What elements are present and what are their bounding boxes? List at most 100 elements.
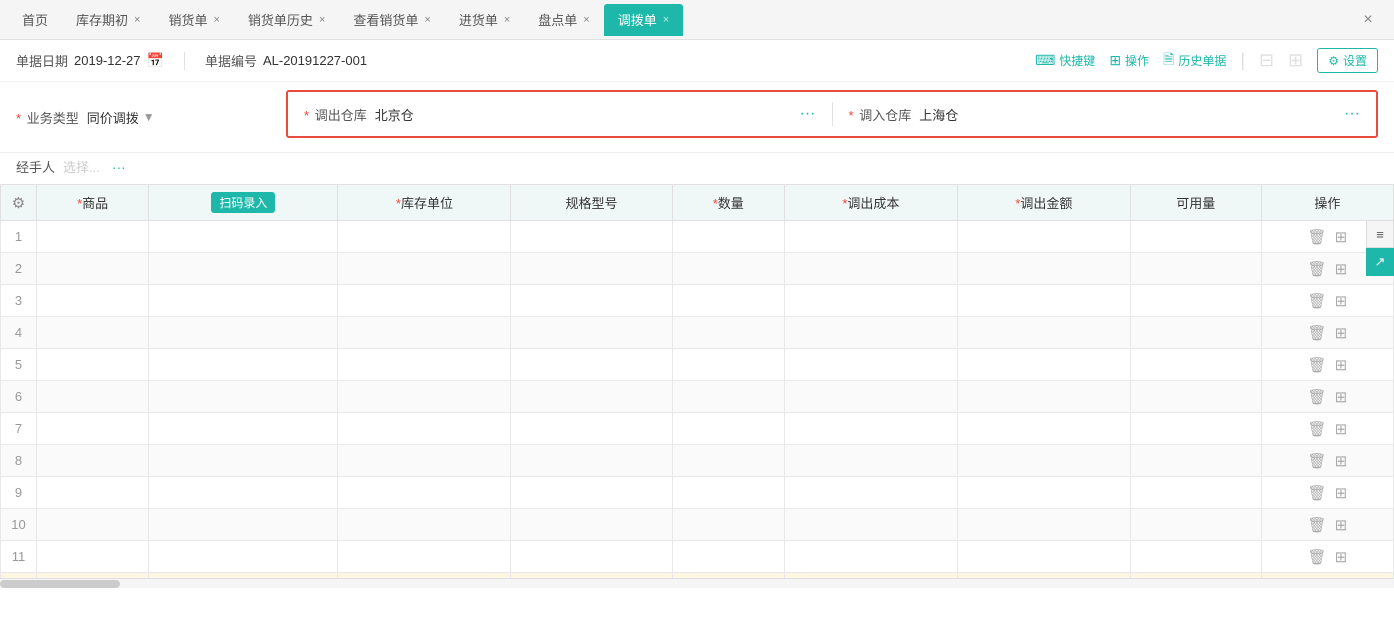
business-type-dropdown[interactable]: 同价调拨 ▼: [87, 108, 155, 127]
copy-icon-10[interactable]: ⊞: [1335, 516, 1348, 534]
row-number-10: 10: [1, 509, 37, 541]
delete-icon-3[interactable]: 🗑: [1308, 292, 1327, 310]
calendar-icon[interactable]: 📅: [147, 52, 164, 69]
qty-cell-4[interactable]: [672, 317, 784, 349]
copy-icon-8[interactable]: ⊞: [1335, 452, 1348, 470]
copy-icon-7[interactable]: ⊞: [1335, 420, 1348, 438]
tab-view-sales[interactable]: 查看销货单 ×: [339, 4, 444, 36]
cost-cell-5: [784, 349, 957, 381]
handler-ellipsis[interactable]: ···: [112, 159, 126, 175]
product-cell-3[interactable]: [37, 285, 149, 317]
side-list-icon[interactable]: ≡: [1366, 220, 1394, 248]
shortcuts-icon: ⌨: [1035, 52, 1055, 69]
tab-purchase-close[interactable]: ×: [504, 14, 510, 26]
transfer-out-value[interactable]: 北京仓: [375, 105, 414, 124]
scroll-thumb[interactable]: [0, 580, 120, 588]
tab-sales-order-close[interactable]: ×: [213, 14, 219, 26]
tab-home[interactable]: 首页: [8, 4, 62, 36]
col-settings[interactable]: ⚙: [1, 185, 37, 221]
action-cell-6: 🗑 ⊞: [1261, 381, 1393, 413]
operations-button[interactable]: ⊞ 操作: [1109, 52, 1149, 69]
scan-btn[interactable]: 扫码录入: [211, 192, 275, 213]
delete-icon-11[interactable]: 🗑: [1308, 548, 1327, 566]
qty-cell-5[interactable]: [672, 349, 784, 381]
tab-inventory-init-close[interactable]: ×: [134, 14, 140, 26]
tab-sales-order[interactable]: 销货单 ×: [154, 4, 233, 36]
transfer-in-ellipsis[interactable]: ···: [1344, 105, 1360, 123]
delete-icon-10[interactable]: 🗑: [1308, 516, 1327, 534]
date-value[interactable]: 2019-12-27: [74, 53, 141, 68]
available-cell-3: [1130, 285, 1261, 317]
qty-cell-10[interactable]: [672, 509, 784, 541]
delete-icon-1[interactable]: 🗑: [1308, 228, 1327, 246]
side-expand-icon[interactable]: ↗: [1366, 248, 1394, 276]
table-row: 5 🗑 ⊞: [1, 349, 1394, 381]
shortcuts-button[interactable]: ⌨ 快捷键: [1035, 52, 1095, 69]
product-cell-1[interactable]: [37, 221, 149, 253]
product-cell-8[interactable]: [37, 445, 149, 477]
delete-icon-8[interactable]: 🗑: [1308, 452, 1327, 470]
table-row: 6 🗑 ⊞: [1, 381, 1394, 413]
business-type-value: 同价调拨: [87, 108, 139, 127]
main-table: ⚙ *商品 扫码录入 *库存单位 规格型号 *数量 *调出成本: [0, 184, 1394, 578]
product-cell-5[interactable]: [37, 349, 149, 381]
table-row: 4 🗑 ⊞: [1, 317, 1394, 349]
copy-icon-11[interactable]: ⊞: [1335, 548, 1348, 566]
qty-cell-7[interactable]: [672, 413, 784, 445]
delete-icon-4[interactable]: 🗑: [1308, 324, 1327, 342]
table-row: 2 🗑 ⊞: [1, 253, 1394, 285]
qty-cell-11[interactable]: [672, 541, 784, 573]
copy-icon-3[interactable]: ⊞: [1335, 292, 1348, 310]
available-cell-11: [1130, 541, 1261, 573]
qty-cell-3[interactable]: [672, 285, 784, 317]
settings-gear-icon: ⚙: [1328, 54, 1339, 68]
tab-transfer[interactable]: 调拨单 ×: [604, 4, 683, 36]
warehouse-divider: [832, 102, 833, 126]
tab-stocktake[interactable]: 盘点单 ×: [524, 4, 603, 36]
table-settings-icon[interactable]: ⚙: [12, 195, 25, 212]
tab-view-sales-close[interactable]: ×: [424, 14, 430, 26]
copy-icon-2[interactable]: ⊞: [1335, 260, 1348, 278]
window-close-button[interactable]: ×: [1350, 2, 1386, 38]
handler-placeholder[interactable]: 选择...: [63, 157, 100, 176]
transfer-out-ellipsis[interactable]: ···: [800, 105, 816, 123]
horizontal-scrollbar[interactable]: [0, 578, 1394, 588]
tab-purchase[interactable]: 进货单 ×: [445, 4, 524, 36]
copy-icon-6[interactable]: ⊞: [1335, 388, 1348, 406]
qty-cell-9[interactable]: [672, 477, 784, 509]
copy-icon-5[interactable]: ⊞: [1335, 356, 1348, 374]
qty-cell-2[interactable]: [672, 253, 784, 285]
delete-icon-7[interactable]: 🗑: [1308, 420, 1327, 438]
available-cell-2: [1130, 253, 1261, 285]
settings-button[interactable]: ⚙ 设置: [1317, 48, 1378, 73]
delete-icon-2[interactable]: 🗑: [1308, 260, 1327, 278]
product-cell-2[interactable]: [37, 253, 149, 285]
product-cell-10[interactable]: [37, 509, 149, 541]
qty-cell-1[interactable]: [672, 221, 784, 253]
tab-sales-history-close[interactable]: ×: [319, 14, 325, 26]
tab-stocktake-close[interactable]: ×: [583, 14, 589, 26]
history-button[interactable]: 🗎 历史单据: [1163, 49, 1226, 73]
available-cell-1: [1130, 221, 1261, 253]
action-cell-10: 🗑 ⊞: [1261, 509, 1393, 541]
delete-icon-5[interactable]: 🗑: [1308, 356, 1327, 374]
copy-icon-4[interactable]: ⊞: [1335, 324, 1348, 342]
product-cell-9[interactable]: [37, 477, 149, 509]
transfer-in-value[interactable]: 上海仓: [919, 105, 958, 124]
delete-icon-9[interactable]: 🗑: [1308, 484, 1327, 502]
tab-inventory-init[interactable]: 库存期初 ×: [62, 4, 154, 36]
delete-icon-6[interactable]: 🗑: [1308, 388, 1327, 406]
copy-icon-1[interactable]: ⊞: [1335, 228, 1348, 246]
tab-sales-history[interactable]: 销货单历史 ×: [234, 4, 339, 36]
col-scan[interactable]: 扫码录入: [149, 185, 338, 221]
product-cell-7[interactable]: [37, 413, 149, 445]
product-cell-6[interactable]: [37, 381, 149, 413]
tab-transfer-close[interactable]: ×: [663, 14, 669, 26]
product-cell-4[interactable]: [37, 317, 149, 349]
table-row: 9 🗑 ⊞: [1, 477, 1394, 509]
toolbar-divider2: ⊟: [1259, 50, 1274, 71]
product-cell-11[interactable]: [37, 541, 149, 573]
qty-cell-6[interactable]: [672, 381, 784, 413]
copy-icon-9[interactable]: ⊞: [1335, 484, 1348, 502]
qty-cell-8[interactable]: [672, 445, 784, 477]
